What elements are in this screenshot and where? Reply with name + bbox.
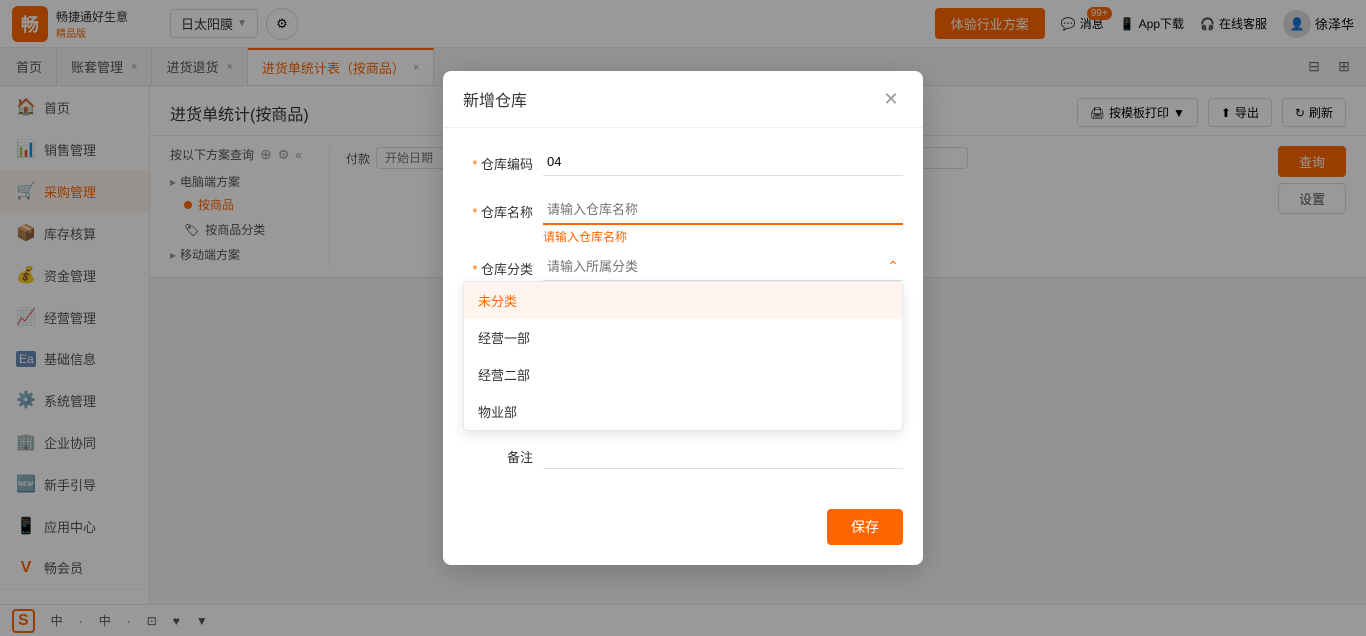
dropdown-item-property[interactable]: 物业部 <box>464 393 902 430</box>
category-input-row: ⌃ <box>543 253 903 281</box>
dropdown-item-unclassified[interactable]: 未分类 <box>464 282 902 319</box>
form-row-name: 仓库名称 请输入仓库名称 <box>463 196 903 225</box>
category-dropdown: 未分类 经营一部 经营二部 物业部 <box>463 281 903 431</box>
category-wrapper: ⌃ 未分类 经营一部 经营二部 物业部 <box>543 253 903 281</box>
category-input[interactable] <box>543 253 883 280</box>
modal-overlay: 新增仓库 ✕ 仓库编码 仓库名称 请输入仓库名称 仓库分类 <box>0 0 1366 636</box>
name-input[interactable] <box>543 196 903 225</box>
form-row-code: 仓库编码 <box>463 148 903 176</box>
modal-close-button[interactable]: ✕ <box>879 87 903 111</box>
category-toggle-button[interactable]: ⌃ <box>883 254 903 279</box>
category-label: 仓库分类 <box>463 253 543 278</box>
note-label: 备注 <box>463 441 543 466</box>
dropdown-item-ops1[interactable]: 经营一部 <box>464 319 902 356</box>
add-warehouse-modal: 新增仓库 ✕ 仓库编码 仓库名称 请输入仓库名称 仓库分类 <box>443 71 923 565</box>
dropdown-item-ops2[interactable]: 经营二部 <box>464 356 902 393</box>
modal-header: 新增仓库 ✕ <box>443 71 923 128</box>
form-row-note: 备注 <box>463 441 903 469</box>
name-label: 仓库名称 <box>463 196 543 221</box>
name-error-message: 请输入仓库名称 <box>543 228 627 245</box>
modal-title: 新增仓库 <box>463 87 527 111</box>
form-row-category: 仓库分类 ⌃ 未分类 经营一部 经营二部 物业部 <box>463 253 903 281</box>
save-button[interactable]: 保存 <box>827 509 903 545</box>
modal-footer: 保存 <box>443 499 923 565</box>
modal-body: 仓库编码 仓库名称 请输入仓库名称 仓库分类 ⌃ <box>443 128 923 499</box>
note-input[interactable] <box>543 441 903 469</box>
code-input[interactable] <box>543 148 903 176</box>
code-label: 仓库编码 <box>463 148 543 173</box>
